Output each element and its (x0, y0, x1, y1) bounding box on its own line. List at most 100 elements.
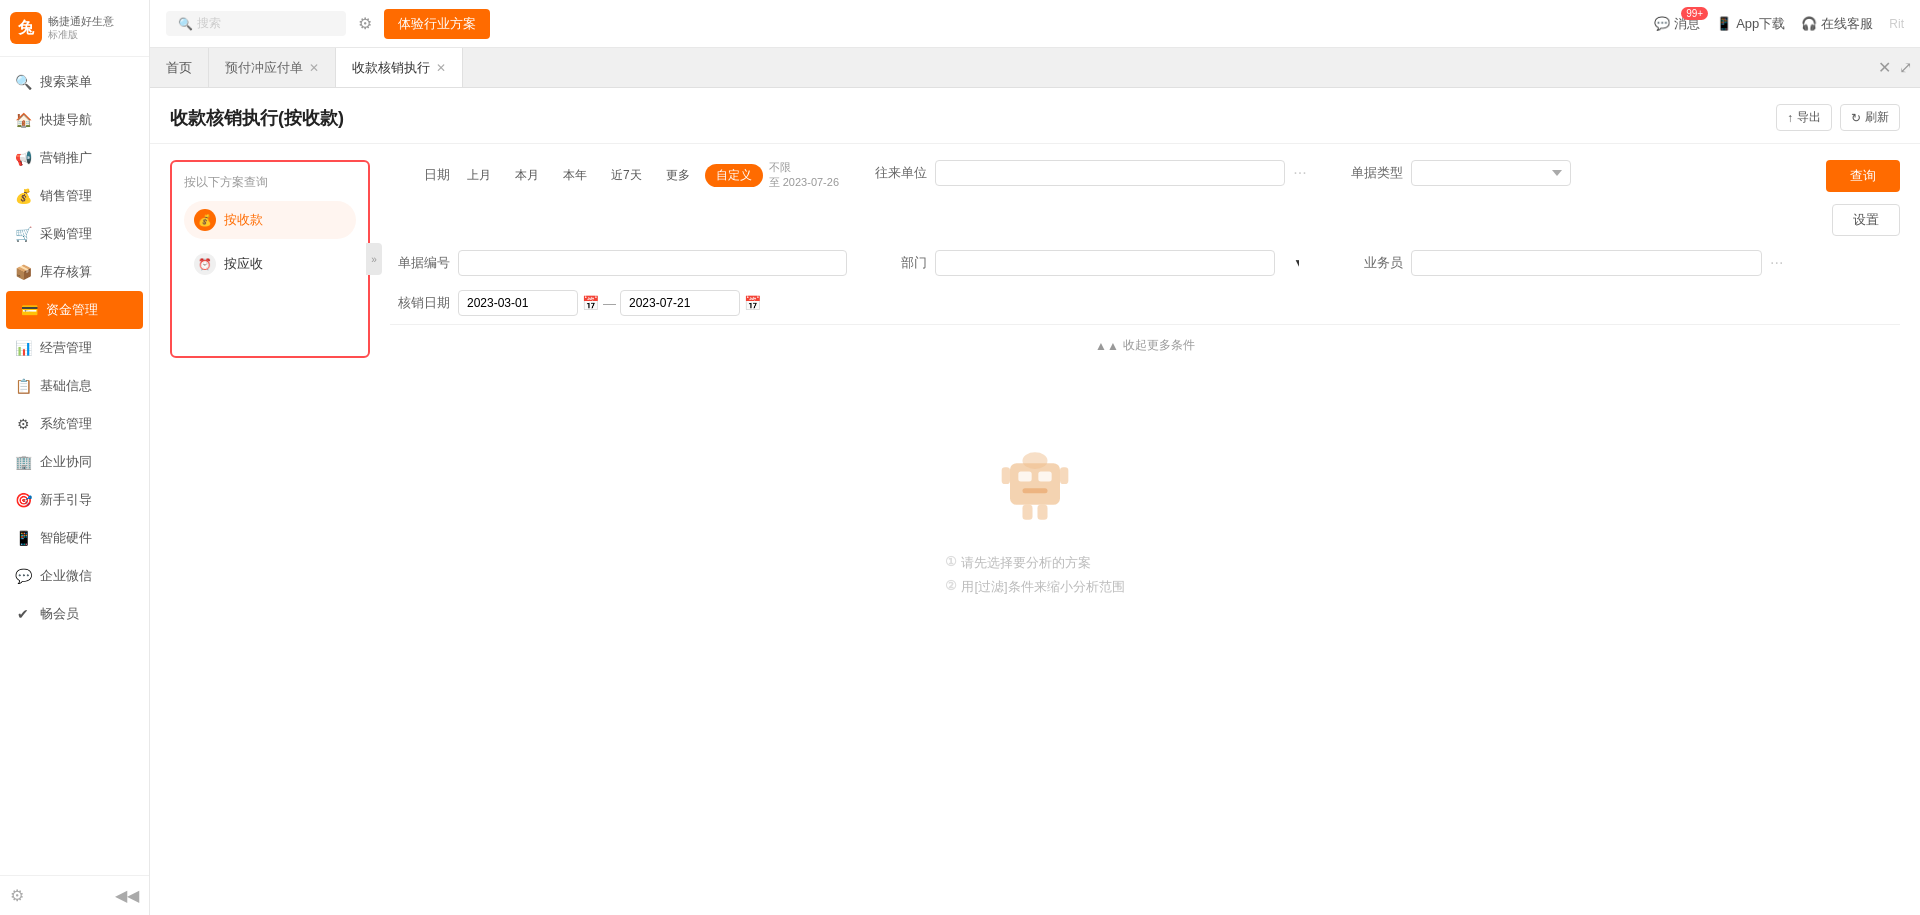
date-to: 至 2023-07-26 (769, 175, 839, 190)
export-label: 导出 (1797, 109, 1821, 126)
doc-no-label: 单据编号 (390, 254, 450, 272)
empty-hint-2: 用[过滤]条件来缩小分析范围 (945, 578, 1124, 596)
date-btn-this-year[interactable]: 本年 (554, 164, 596, 187)
collapse-more-button[interactable]: ▲▲ 收起更多条件 (1085, 333, 1205, 358)
user-avatar[interactable]: Rit (1889, 17, 1904, 31)
sidebar-item-label: 经营管理 (40, 339, 92, 357)
page-title: 收款核销执行(按收款) (170, 106, 344, 130)
staff-input[interactable] (1411, 250, 1762, 276)
sidebar-item-label: 系统管理 (40, 415, 92, 433)
date-btn-7days[interactable]: 近7天 (602, 164, 651, 187)
staff-dots-icon[interactable]: ··· (1770, 254, 1800, 272)
sidebar-item-smart-hw[interactable]: 📱 智能硬件 (0, 519, 149, 557)
sidebar-item-marketing[interactable]: 📢 营销推广 (0, 139, 149, 177)
tab-receipt-writeoff-close-icon[interactable]: ✕ (436, 61, 446, 75)
settings-button[interactable]: 设置 (1832, 204, 1900, 236)
svg-rect-3 (1023, 488, 1048, 493)
footer-settings-icon[interactable]: ⚙ (10, 886, 24, 905)
sidebar-item-sales[interactable]: 💰 销售管理 (0, 177, 149, 215)
sidebar-item-system[interactable]: ⚙ 系统管理 (0, 405, 149, 443)
sidebar-item-label: 快捷导航 (40, 111, 92, 129)
sidebar-item-quick-nav[interactable]: 🏠 快捷导航 (0, 101, 149, 139)
tab-receipt-writeoff-label: 收款核销执行 (352, 59, 430, 77)
marketing-icon: 📢 (14, 149, 32, 167)
query-button[interactable]: 查询 (1826, 160, 1900, 192)
writeoff-date-label: 核销日期 (390, 294, 450, 312)
sidebar-item-wechat[interactable]: 💬 企业微信 (0, 557, 149, 595)
page-header: 收款核销执行(按收款) ↑ 导出 ↻ 刷新 (150, 88, 1920, 144)
query-btn-col: 查询 设置 (1820, 160, 1900, 236)
footer-collapse-icon[interactable]: ◀◀ (115, 886, 139, 905)
empty-illustration (985, 434, 1085, 534)
app-icon: 📱 (1716, 16, 1732, 31)
writeoff-date-start-input[interactable] (458, 290, 578, 316)
tab-maximize-icon[interactable]: ⤢ (1899, 58, 1912, 77)
filter-area: 按以下方案查询 💰 按收款 ⏰ 按应收 » 日期 (150, 144, 1920, 374)
message-button[interactable]: 💬 消息 99+ (1654, 15, 1700, 33)
tab-receipt-writeoff[interactable]: 收款核销执行 ✕ (336, 48, 463, 87)
svg-rect-7 (1038, 505, 1048, 520)
writeoff-date-end-calendar-icon[interactable]: 📅 (744, 295, 761, 311)
app-download-label: App下载 (1736, 15, 1785, 33)
sales-icon: 💰 (14, 187, 32, 205)
refresh-button[interactable]: ↻ 刷新 (1840, 104, 1900, 131)
sidebar-item-member[interactable]: ✔ 畅会员 (0, 595, 149, 633)
online-service-button[interactable]: 🎧 在线客服 (1801, 15, 1873, 33)
export-icon: ↑ (1787, 111, 1793, 125)
writeoff-date-end-input[interactable] (620, 290, 740, 316)
message-icon: 💬 (1654, 16, 1670, 31)
svg-rect-0 (1010, 463, 1060, 505)
doc-no-input[interactable] (458, 250, 847, 276)
sidebar-item-inventory[interactable]: 📦 库存核算 (0, 253, 149, 291)
sidebar-item-purchase[interactable]: 🛒 采购管理 (0, 215, 149, 253)
empty-hint-1: 请先选择要分析的方案 (945, 554, 1124, 572)
inventory-icon: 📦 (14, 263, 32, 281)
partner-dots-icon[interactable]: ··· (1293, 164, 1323, 182)
topbar-gear-icon[interactable]: ⚙ (358, 14, 372, 33)
sidebar-item-search-menu[interactable]: 🔍 搜索菜单 (0, 63, 149, 101)
date-btn-custom[interactable]: 自定义 (705, 164, 763, 187)
sidebar-item-guide[interactable]: 🎯 新手引导 (0, 481, 149, 519)
filter-sidebar-collapse-button[interactable]: » (366, 243, 382, 275)
industry-solution-button[interactable]: 体验行业方案 (384, 9, 490, 39)
filter-option-by-receivable[interactable]: ⏰ 按应收 (184, 245, 356, 283)
sidebar-item-label: 企业协同 (40, 453, 92, 471)
sidebar-item-label: 资金管理 (46, 301, 98, 319)
dept-input[interactable] (935, 250, 1276, 276)
sidebar-nav: 🔍 搜索菜单 🏠 快捷导航 📢 营销推广 💰 销售管理 🛒 采购管理 📦 库存核… (0, 57, 149, 875)
dept-select[interactable]: ▼ (1283, 251, 1323, 275)
tab-home[interactable]: 首页 (150, 48, 209, 87)
sidebar-item-finance[interactable]: 💳 资金管理 (6, 291, 143, 329)
refresh-label: 刷新 (1865, 109, 1889, 126)
sidebar-item-basic-info[interactable]: 📋 基础信息 (0, 367, 149, 405)
filter-option-by-receipt[interactable]: 💰 按收款 (184, 201, 356, 239)
writeoff-date-start-calendar-icon[interactable]: 📅 (582, 295, 599, 311)
topbar-right: 💬 消息 99+ 📱 App下载 🎧 在线客服 Rit (1654, 15, 1904, 33)
partner-input[interactable] (935, 160, 1286, 186)
sidebar-item-enterprise[interactable]: 🏢 企业协同 (0, 443, 149, 481)
tab-close-all-icon[interactable]: ✕ (1878, 58, 1891, 77)
tab-prepay[interactable]: 预付冲应付单 ✕ (209, 48, 336, 87)
by-receivable-icon: ⏰ (194, 253, 216, 275)
by-receivable-label: 按应收 (224, 255, 263, 273)
app-download-button[interactable]: 📱 App下载 (1716, 15, 1785, 33)
export-button[interactable]: ↑ 导出 (1776, 104, 1832, 131)
date-nolimit: 不限 (769, 160, 839, 175)
date-btn-this-month[interactable]: 本月 (506, 164, 548, 187)
tab-prepay-close-icon[interactable]: ✕ (309, 61, 319, 75)
sidebar-item-label: 采购管理 (40, 225, 92, 243)
topbar-search-box[interactable]: 🔍 搜索 (166, 11, 346, 36)
app-edition: 标准版 (48, 28, 114, 42)
page-actions: ↑ 导出 ↻ 刷新 (1776, 104, 1900, 131)
sidebar-item-label: 新手引导 (40, 491, 92, 509)
basic-info-icon: 📋 (14, 377, 32, 395)
collapse-more-label: 收起更多条件 (1123, 337, 1195, 354)
topbar-left: 🔍 搜索 ⚙ 体验行业方案 (166, 9, 490, 39)
date-options-group: 上月 本月 本年 近7天 更多 自定义 不限 至 2023-07-26 (458, 160, 839, 190)
search-menu-icon: 🔍 (14, 73, 32, 91)
sidebar-item-operations[interactable]: 📊 经营管理 (0, 329, 149, 367)
date-btn-more[interactable]: 更多 (657, 164, 699, 187)
date-btn-last-month[interactable]: 上月 (458, 164, 500, 187)
message-badge: 99+ (1681, 7, 1708, 20)
doc-type-select[interactable] (1411, 160, 1571, 186)
